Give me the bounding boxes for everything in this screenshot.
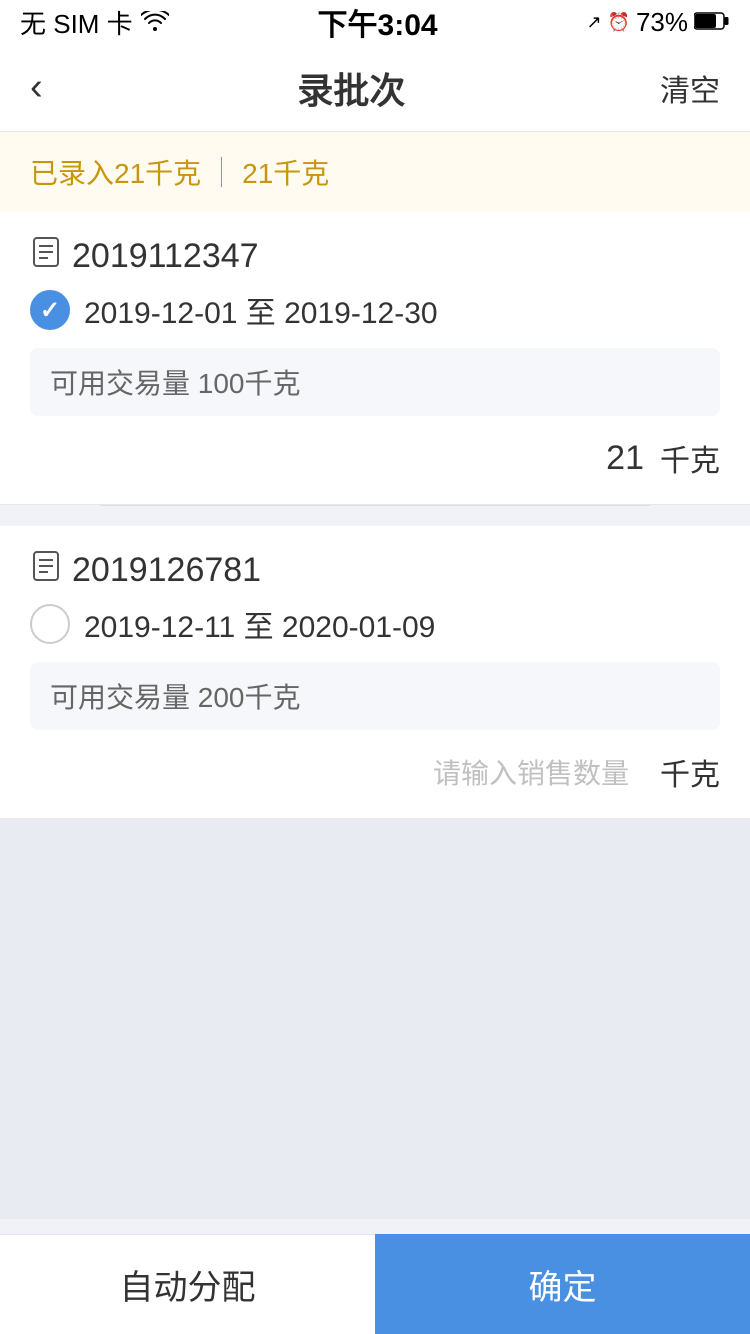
batch-item-2: 2019126781 2019-12-11 至 2020-01-09 可用交易量…	[0, 526, 750, 819]
qty-unit-2: 千克	[660, 750, 720, 794]
status-right: ↗ ⏰ 73%	[586, 7, 730, 38]
batch-id-text-2: 2019126781	[72, 551, 261, 590]
batch-id-text-1: 2019112347	[72, 237, 259, 276]
batch-id-row-2: 2019126781	[30, 550, 720, 590]
location-icon: ↗	[586, 12, 601, 33]
available-qty-1: 可用交易量 100千克	[30, 348, 720, 416]
summary-value: 21千克	[242, 152, 329, 192]
batch-radio-2[interactable]	[30, 604, 70, 644]
no-sim-text: 无 SIM 卡	[20, 4, 133, 41]
bottom-fill-area	[0, 819, 750, 1219]
batch-radio-1[interactable]	[30, 290, 70, 330]
qty-value-1: 21	[606, 439, 644, 478]
batch-icon-1	[30, 236, 62, 276]
qty-row-1: 21 千克	[0, 416, 750, 505]
qty-unit-1: 千克	[660, 436, 720, 480]
page-title: 录批次	[297, 62, 405, 114]
batch-icon-2	[30, 550, 62, 590]
status-bar: 无 SIM 卡 下午3:04 ↗ ⏰ 73%	[0, 0, 750, 44]
batch-date-row-2[interactable]: 2019-12-11 至 2020-01-09	[30, 602, 720, 646]
batch-item-1: 2019112347 2019-12-01 至 2019-12-30 可用交易量…	[0, 212, 750, 505]
battery-text: 73%	[636, 7, 688, 38]
confirm-button[interactable]: 确定	[375, 1234, 750, 1334]
qty-input-2[interactable]	[30, 753, 644, 792]
summary-label: 已录入21千克	[30, 152, 201, 192]
battery-icon	[694, 7, 730, 38]
batch-id-row-1: 2019112347	[30, 236, 720, 276]
summary-bar: 已录入21千克 21千克	[0, 132, 750, 212]
batch-date-text-2: 2019-12-11 至 2020-01-09	[84, 602, 435, 646]
auto-distribute-button[interactable]: 自动分配	[0, 1234, 375, 1334]
status-left: 无 SIM 卡	[20, 4, 169, 41]
back-button[interactable]: ‹	[30, 66, 43, 109]
batch-date-text-1: 2019-12-01 至 2019-12-30	[84, 288, 438, 332]
bottom-buttons: 自动分配 确定	[0, 1234, 750, 1334]
wifi-icon	[141, 7, 169, 38]
available-qty-2: 可用交易量 200千克	[30, 662, 720, 730]
summary-divider	[221, 157, 222, 187]
nav-bar: ‹ 录批次 清空	[0, 44, 750, 132]
status-time: 下午3:04	[318, 0, 438, 44]
clear-button[interactable]: 清空	[660, 66, 720, 110]
section-gap	[0, 506, 750, 526]
qty-row-2[interactable]: 千克	[0, 730, 750, 819]
batch-date-row-1[interactable]: 2019-12-01 至 2019-12-30	[30, 288, 720, 332]
alarm-icon: ⏰	[608, 12, 630, 33]
